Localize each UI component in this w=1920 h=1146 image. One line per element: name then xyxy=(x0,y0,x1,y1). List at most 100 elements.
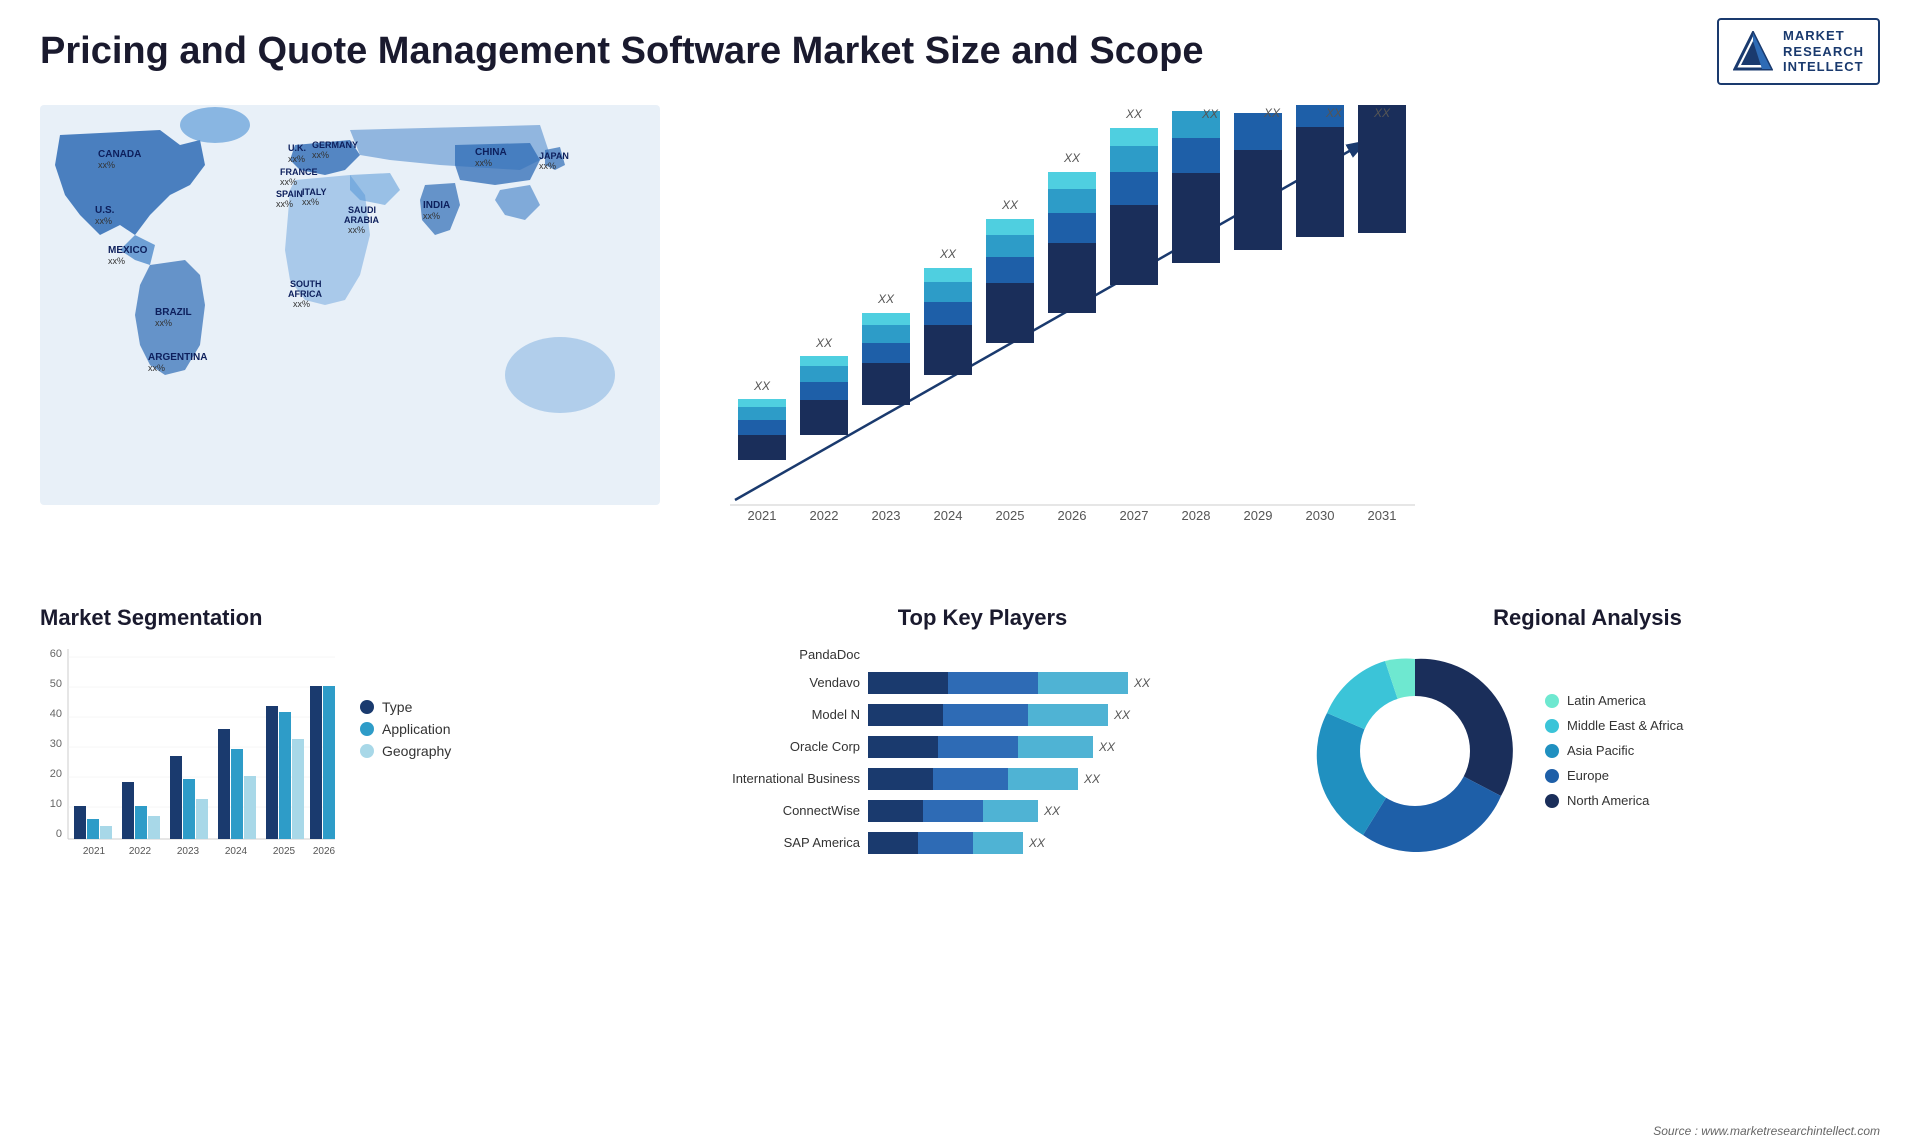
svg-text:60: 60 xyxy=(50,648,62,660)
svg-text:2030: 2030 xyxy=(1306,508,1335,523)
svg-text:0: 0 xyxy=(56,828,62,840)
svg-text:XX: XX xyxy=(1201,107,1219,121)
svg-text:SAUDI: SAUDI xyxy=(348,205,376,215)
svg-text:ARABIA: ARABIA xyxy=(344,215,379,225)
regional-legend: Latin America Middle East & Africa Asia … xyxy=(1545,693,1683,808)
svg-text:2026: 2026 xyxy=(1058,508,1087,523)
player-name: Oracle Corp xyxy=(700,739,860,754)
player-row-connectwise: ConnectWise XX xyxy=(700,800,1265,822)
svg-text:BRAZIL: BRAZIL xyxy=(155,307,192,318)
player-row-pandadoc: PandaDoc xyxy=(700,647,1265,662)
players-title: Top Key Players xyxy=(700,605,1265,631)
middle-east-color xyxy=(1545,719,1559,733)
legend-application: Application xyxy=(360,721,451,737)
geography-label: Geography xyxy=(382,743,451,759)
svg-text:2023: 2023 xyxy=(177,846,200,857)
legend-geography: Geography xyxy=(360,743,451,759)
svg-text:XX: XX xyxy=(1125,107,1143,121)
svg-text:40: 40 xyxy=(50,708,62,720)
svg-text:XX: XX xyxy=(1373,106,1391,120)
svg-text:xx%: xx% xyxy=(423,211,440,221)
logo-icon xyxy=(1733,31,1773,71)
donut-container: Latin America Middle East & Africa Asia … xyxy=(1305,641,1870,861)
svg-text:2023: 2023 xyxy=(872,508,901,523)
map-svg: CANADA xx% U.S. xx% MEXICO xx% BRAZIL xx… xyxy=(40,105,660,505)
player-name: Vendavo xyxy=(700,675,860,690)
map-section: CANADA xx% U.S. xx% MEXICO xx% BRAZIL xx… xyxy=(30,95,670,585)
asia-pacific-label: Asia Pacific xyxy=(1567,743,1634,758)
player-value: XX xyxy=(1084,772,1100,786)
svg-text:INDIA: INDIA xyxy=(423,200,450,211)
svg-text:AFRICA: AFRICA xyxy=(288,289,322,299)
legend-asia-pacific: Asia Pacific xyxy=(1545,743,1683,758)
player-row-sap: SAP America XX xyxy=(700,832,1265,854)
svg-text:SOUTH: SOUTH xyxy=(290,279,322,289)
page-title: Pricing and Quote Management Software Ma… xyxy=(40,30,1203,73)
bar-chart-svg: XX 2021 XX 2022 XX 2023 xyxy=(700,105,1420,545)
north-america-label: North America xyxy=(1567,793,1649,808)
player-row-ibm: International Business XX xyxy=(700,768,1265,790)
svg-text:2026: 2026 xyxy=(313,846,336,857)
player-bar-container: XX xyxy=(868,832,1265,854)
player-bar-container: XX xyxy=(868,672,1265,694)
svg-text:xx%: xx% xyxy=(475,158,492,168)
svg-text:GERMANY: GERMANY xyxy=(312,140,358,150)
svg-text:xx%: xx% xyxy=(280,177,297,187)
player-row-modeln: Model N XX xyxy=(700,704,1265,726)
svg-text:xx%: xx% xyxy=(148,363,165,373)
svg-text:CANADA: CANADA xyxy=(98,149,141,160)
svg-text:10: 10 xyxy=(50,798,62,810)
legend-type: Type xyxy=(360,699,451,715)
svg-text:20: 20 xyxy=(50,768,62,780)
svg-text:CHINA: CHINA xyxy=(475,147,507,158)
svg-text:2021: 2021 xyxy=(748,508,777,523)
europe-label: Europe xyxy=(1567,768,1609,783)
player-value: XX xyxy=(1044,804,1060,818)
svg-text:SPAIN: SPAIN xyxy=(276,189,303,199)
svg-text:2025: 2025 xyxy=(273,846,296,857)
legend-latin-america: Latin America xyxy=(1545,693,1683,708)
svg-text:xx%: xx% xyxy=(302,197,319,207)
logo-text: MARKET RESEARCH INTELLECT xyxy=(1783,28,1864,75)
application-label: Application xyxy=(382,721,451,737)
player-row-oracle: Oracle Corp XX xyxy=(700,736,1265,758)
player-value: XX xyxy=(1029,836,1045,850)
player-bar-container: XX xyxy=(868,736,1265,758)
middle-east-label: Middle East & Africa xyxy=(1567,718,1683,733)
source-text: Source : www.marketresearchintellect.com xyxy=(1653,1124,1880,1138)
svg-text:FRANCE: FRANCE xyxy=(280,167,318,177)
svg-text:xx%: xx% xyxy=(312,150,329,160)
segmentation-legend: Type Application Geography xyxy=(360,699,451,759)
svg-text:JAPAN: JAPAN xyxy=(539,151,569,161)
svg-text:XX: XX xyxy=(1001,198,1019,212)
svg-text:U.K.: U.K. xyxy=(288,143,306,153)
svg-text:30: 30 xyxy=(50,738,62,750)
svg-text:2028: 2028 xyxy=(1182,508,1211,523)
player-name: International Business xyxy=(700,771,860,786)
donut-chart-svg xyxy=(1305,641,1525,861)
svg-text:2031: 2031 xyxy=(1368,508,1397,523)
player-value: XX xyxy=(1099,740,1115,754)
application-dot xyxy=(360,722,374,736)
svg-text:XX: XX xyxy=(1263,106,1281,120)
svg-text:xx%: xx% xyxy=(348,225,365,235)
segmentation-chart-svg: 60 50 40 30 20 10 0 xyxy=(40,639,340,869)
svg-text:2022: 2022 xyxy=(129,846,152,857)
logo: MARKET RESEARCH INTELLECT xyxy=(1717,18,1880,85)
svg-text:2025: 2025 xyxy=(996,508,1025,523)
europe-color xyxy=(1545,769,1559,783)
svg-text:50: 50 xyxy=(50,678,62,690)
type-label: Type xyxy=(382,699,412,715)
svg-text:ITALY: ITALY xyxy=(302,187,327,197)
svg-text:2021: 2021 xyxy=(83,846,106,857)
svg-text:2029: 2029 xyxy=(1244,508,1273,523)
svg-text:ARGENTINA: ARGENTINA xyxy=(148,352,207,363)
svg-text:XX: XX xyxy=(1063,151,1081,165)
player-name: PandaDoc xyxy=(700,647,860,662)
world-map: CANADA xx% U.S. xx% MEXICO xx% BRAZIL xx… xyxy=(40,105,660,525)
svg-text:xx%: xx% xyxy=(288,154,305,164)
segmentation-title: Market Segmentation xyxy=(40,605,660,631)
svg-text:2027: 2027 xyxy=(1120,508,1149,523)
main-content: CANADA xx% U.S. xx% MEXICO xx% BRAZIL xx… xyxy=(0,95,1920,884)
players-section: Top Key Players PandaDoc Vendavo XX xyxy=(680,595,1285,884)
